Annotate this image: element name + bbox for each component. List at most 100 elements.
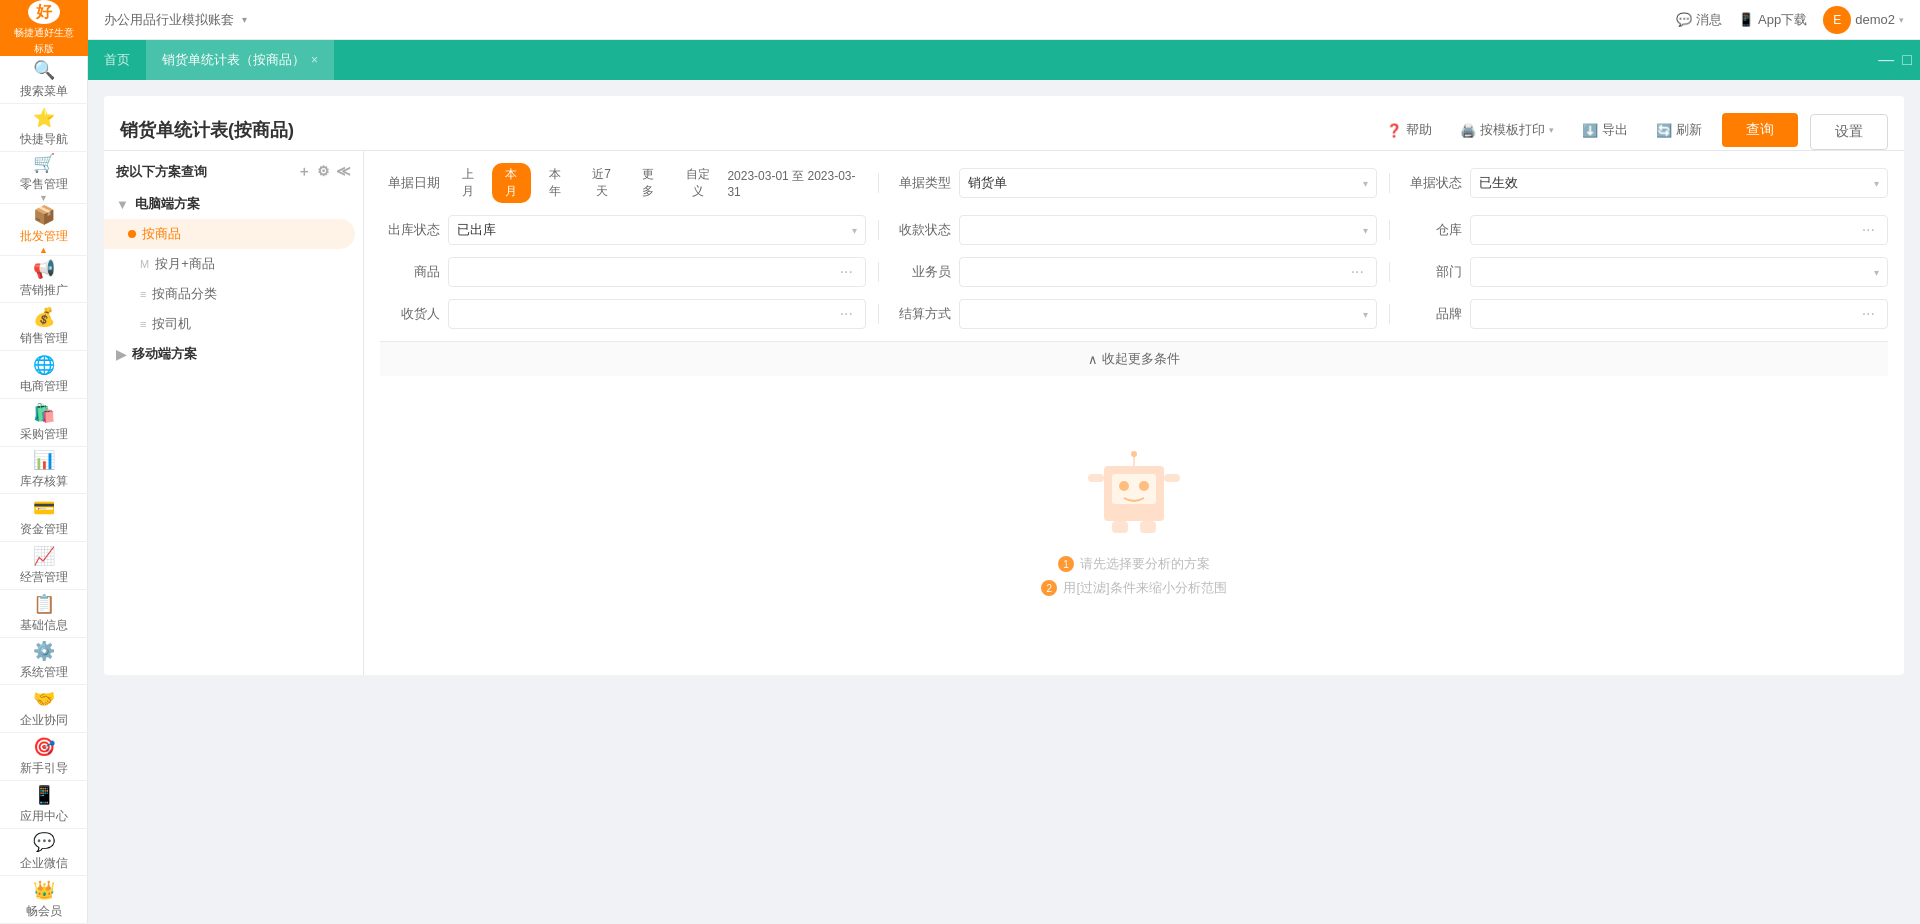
filter-date: 单据日期 上月 本月 本年 近7天 更多 自定义 2023-03-01 至 20… xyxy=(380,163,866,203)
svg-rect-4 xyxy=(1088,474,1104,482)
date-btn-this-year[interactable]: 本年 xyxy=(535,163,575,203)
refresh-label: 刷新 xyxy=(1676,121,1702,139)
tree-item-by-product[interactable]: 按商品 xyxy=(104,219,355,249)
header: 办公用品行业模拟账套 ▾ 💬 消息 📱 App下载 E demo2 ▾ xyxy=(88,0,1920,40)
collapse-panel-button[interactable]: ≪ xyxy=(336,163,351,181)
sidebar-item-purchase[interactable]: 🛍️ 采购管理 xyxy=(0,399,88,447)
brand-control[interactable]: ··· xyxy=(1470,299,1888,329)
breadcrumb-dropdown-icon[interactable]: ▾ xyxy=(242,14,247,25)
date-btn-last-month[interactable]: 上月 xyxy=(448,163,488,203)
export-button[interactable]: ⬇️ 导出 xyxy=(1574,117,1636,143)
sidebar-item-wholesale[interactable]: 📦 批发管理 ▲ xyxy=(0,204,88,256)
tree-desktop-parent[interactable]: ▼ 电脑端方案 xyxy=(104,189,363,219)
filter-row-3: 商品 ··· 业务员 ··· xyxy=(380,257,1888,287)
print-button[interactable]: 🖨️ 按模板打印 ▾ xyxy=(1452,117,1562,143)
product-more-icon[interactable]: ··· xyxy=(840,263,853,281)
query-button[interactable]: 查询 xyxy=(1722,113,1798,147)
sidebar-item-operations[interactable]: 📈 经营管理 xyxy=(0,542,88,590)
tree-desktop-label: 电脑端方案 xyxy=(135,195,200,213)
sidebar-item-label: 企业协同 xyxy=(20,712,68,729)
sidebar-item-apps[interactable]: 📱 应用中心 xyxy=(0,781,88,829)
warehouse-status-control[interactable]: 已出库 ▾ xyxy=(448,215,866,245)
recipient-more-icon[interactable]: ··· xyxy=(840,305,853,323)
sidebar-item-retail[interactable]: 🛒 零售管理 ▼ xyxy=(0,152,88,204)
salesperson-more-icon[interactable]: ··· xyxy=(1351,263,1364,281)
tab-home-label: 首页 xyxy=(104,51,130,69)
breadcrumb: 办公用品行业模拟账套 xyxy=(104,11,234,29)
svg-point-9 xyxy=(1131,451,1137,457)
refresh-button[interactable]: 🔄 刷新 xyxy=(1648,117,1710,143)
date-btn-custom[interactable]: 自定义 xyxy=(672,163,723,203)
department-label: 部门 xyxy=(1402,263,1462,281)
svg-point-2 xyxy=(1119,481,1129,491)
svg-rect-1 xyxy=(1112,474,1156,504)
settings-scheme-button[interactable]: ⚙ xyxy=(317,163,330,181)
sidebar-item-sales[interactable]: 💰 销售管理 xyxy=(0,303,88,351)
chevron-up-icon: ▲ xyxy=(39,245,48,255)
sidebar-item-newbie[interactable]: 🎯 新手引导 xyxy=(0,733,88,781)
svg-rect-5 xyxy=(1164,474,1180,482)
sidebar-item-enterprise[interactable]: 🤝 企业协同 xyxy=(0,685,88,733)
message-icon: 💬 xyxy=(1676,12,1692,27)
sidebar-item-label: 库存核算 xyxy=(20,473,68,490)
message-action[interactable]: 💬 消息 xyxy=(1676,11,1722,29)
department-control[interactable]: ▾ xyxy=(1470,257,1888,287)
tip-number-1: 1 xyxy=(1058,556,1074,572)
doc-type-control[interactable]: 销货单 ▾ xyxy=(959,168,1377,198)
sidebar-item-ecommerce[interactable]: 🌐 电商管理 xyxy=(0,351,88,399)
print-icon: 🖨️ xyxy=(1460,123,1476,138)
doc-status-control[interactable]: 已生效 ▾ xyxy=(1470,168,1888,198)
sidebar-item-wechat[interactable]: 💬 企业微信 xyxy=(0,829,88,877)
app-logo[interactable]: 好 畅捷通好生意 标版 xyxy=(0,0,88,56)
tab-bar: 首页 销货单统计表（按商品） × — □ xyxy=(88,40,1920,80)
filter-department: 部门 ▾ xyxy=(1402,257,1888,287)
chevron-down-icon: ▼ xyxy=(39,193,48,203)
help-button[interactable]: ❓ 帮助 xyxy=(1378,117,1440,143)
warehouse-control[interactable]: ··· xyxy=(1470,215,1888,245)
tab-minimize-button[interactable]: — xyxy=(1878,51,1894,69)
user-dropdown-icon: ▾ xyxy=(1899,15,1904,25)
salesperson-control[interactable]: ··· xyxy=(959,257,1377,287)
payment-method-control[interactable]: ▾ xyxy=(959,299,1377,329)
tree-mobile-parent[interactable]: ▶ 移动端方案 xyxy=(104,339,363,369)
payment-status-control[interactable]: ▾ xyxy=(959,215,1377,245)
product-control[interactable]: ··· xyxy=(448,257,866,287)
tab-maximize-button[interactable]: □ xyxy=(1902,51,1912,69)
date-btn-more[interactable]: 更多 xyxy=(629,163,669,203)
sidebar-item-marketing[interactable]: 📢 营销推广 xyxy=(0,256,88,304)
sidebar-item-label: 经营管理 xyxy=(20,569,68,586)
tree-item-by-category[interactable]: ≡ 按商品分类 xyxy=(104,279,363,309)
wholesale-icon: 📦 xyxy=(33,204,55,226)
warehouse-more-icon[interactable]: ··· xyxy=(1862,221,1875,239)
svg-rect-6 xyxy=(1112,521,1128,533)
filter-brand: 品牌 ··· xyxy=(1402,299,1888,329)
sidebar: 好 畅捷通好生意 标版 🔍 搜索菜单 ⭐ 快捷导航 🛒 零售管理 ▼ 📦 批发管… xyxy=(0,0,88,924)
payment-status-label: 收款状态 xyxy=(891,221,951,239)
settings-button[interactable]: 设置 xyxy=(1810,114,1888,150)
sidebar-item-system[interactable]: ⚙️ 系统管理 xyxy=(0,638,88,686)
brand-more-icon[interactable]: ··· xyxy=(1862,305,1875,323)
tree-item-by-month-product[interactable]: M 按月+商品 xyxy=(104,249,363,279)
sidebar-item-quick-nav[interactable]: ⭐ 快捷导航 xyxy=(0,104,88,152)
sidebar-item-finance[interactable]: 💳 资金管理 xyxy=(0,494,88,542)
tab-home[interactable]: 首页 xyxy=(88,40,146,80)
tab-close-icon[interactable]: × xyxy=(311,53,318,67)
sidebar-item-member[interactable]: 👑 畅会员 xyxy=(0,876,88,924)
tree-item-by-cashier[interactable]: ≡ 按司机 xyxy=(104,309,363,339)
add-scheme-button[interactable]: ＋ xyxy=(297,163,311,181)
user-profile[interactable]: E demo2 ▾ xyxy=(1823,6,1904,34)
date-btn-7days[interactable]: 近7天 xyxy=(579,163,625,203)
sidebar-item-search[interactable]: 🔍 搜索菜单 xyxy=(0,56,88,104)
svg-rect-7 xyxy=(1140,521,1156,533)
app-download-action[interactable]: 📱 App下载 xyxy=(1738,11,1807,29)
date-btn-this-month[interactable]: 本月 xyxy=(492,163,532,203)
tab-sales-stats[interactable]: 销货单统计表（按商品） × xyxy=(146,40,334,80)
sidebar-item-inventory[interactable]: 📊 库存核算 xyxy=(0,447,88,495)
collapse-label: 收起更多条件 xyxy=(1102,350,1180,368)
collapse-bar[interactable]: ∧ 收起更多条件 xyxy=(380,341,1888,376)
wechat-icon: 💬 xyxy=(33,831,55,853)
tree-item-label: 按商品 xyxy=(142,225,181,243)
sidebar-item-basic[interactable]: 📋 基础信息 xyxy=(0,590,88,638)
recipient-control[interactable]: ··· xyxy=(448,299,866,329)
tip-number-2: 2 xyxy=(1041,580,1057,596)
